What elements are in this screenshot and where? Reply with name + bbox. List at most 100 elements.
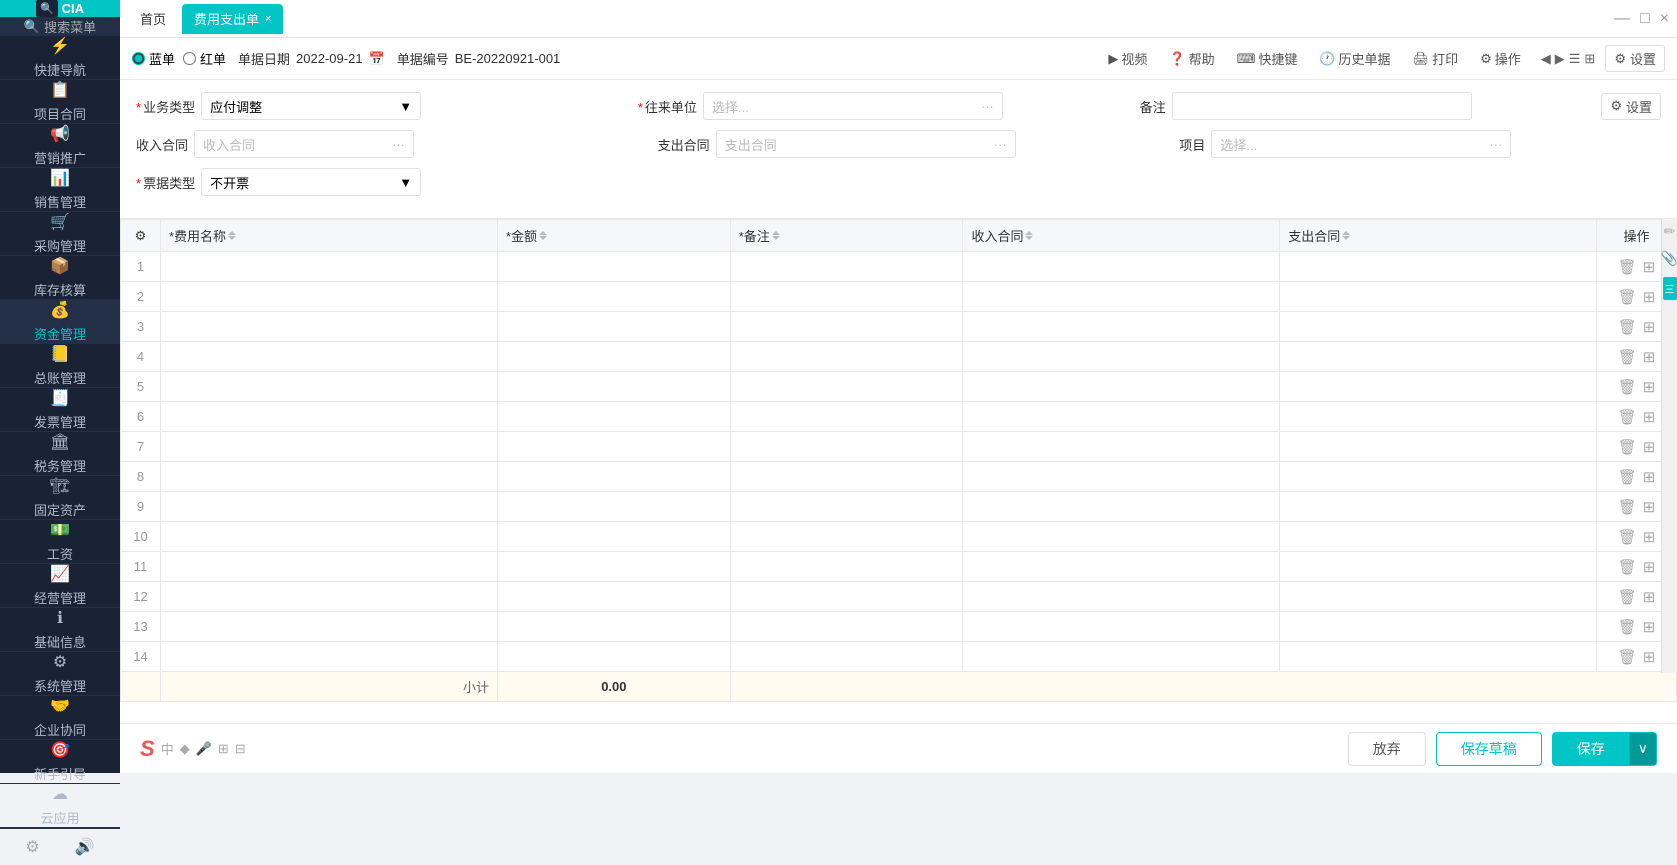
settings-gear-btn[interactable]: ⚙ 设置 bbox=[1605, 45, 1665, 72]
copy-row-icon[interactable]: ⊞ bbox=[1643, 618, 1656, 636]
cell-amount-2[interactable] bbox=[497, 282, 730, 312]
delete-row-icon[interactable]: 🗑 bbox=[1618, 438, 1637, 456]
sort-expense-contract[interactable] bbox=[1342, 231, 1350, 240]
radio-red[interactable] bbox=[183, 52, 196, 65]
income-contract-select[interactable]: 收入合同 ··· bbox=[194, 130, 414, 158]
copy-row-icon[interactable]: ⊞ bbox=[1643, 558, 1656, 576]
settings-icon[interactable]: ⚙ bbox=[25, 837, 39, 857]
sidebar-item-fixed-assets[interactable]: 🏗 固定资产 bbox=[0, 476, 120, 520]
cell-income-contract-14[interactable] bbox=[963, 642, 1280, 672]
save-dropdown-button[interactable]: ∨ bbox=[1629, 732, 1657, 766]
right-panel-icon-2[interactable]: 📎 bbox=[1661, 250, 1677, 267]
cell-expense-name-14[interactable] bbox=[161, 642, 498, 672]
print-btn[interactable]: 🖨 打印 bbox=[1407, 47, 1465, 70]
cell-remark-10[interactable] bbox=[730, 522, 963, 552]
sort-remark[interactable] bbox=[772, 231, 780, 240]
cell-expense-contract-12[interactable] bbox=[1280, 582, 1597, 612]
copy-row-icon[interactable]: ⊞ bbox=[1643, 348, 1656, 366]
cell-income-contract-11[interactable] bbox=[963, 552, 1280, 582]
cell-remark-6[interactable] bbox=[730, 402, 963, 432]
cell-income-contract-12[interactable] bbox=[963, 582, 1280, 612]
copy-row-icon[interactable]: ⊞ bbox=[1643, 498, 1656, 516]
business-type-select[interactable]: 应付调整 ▼ bbox=[201, 92, 421, 120]
sidebar-item-quick-nav[interactable]: ⚡ 快捷导航 bbox=[0, 36, 120, 80]
cell-remark-1[interactable] bbox=[730, 252, 963, 282]
delete-row-icon[interactable]: 🗑 bbox=[1618, 408, 1637, 426]
radio-red-label[interactable]: 红单 bbox=[183, 49, 226, 68]
form-settings-btn[interactable]: ⚙ 设置 bbox=[1601, 93, 1661, 120]
cell-amount-1[interactable] bbox=[497, 252, 730, 282]
cell-expense-contract-4[interactable] bbox=[1280, 342, 1597, 372]
cell-income-contract-6[interactable] bbox=[963, 402, 1280, 432]
cell-expense-contract-9[interactable] bbox=[1280, 492, 1597, 522]
prev-btn[interactable]: ◀ bbox=[1541, 51, 1551, 67]
copy-row-icon[interactable]: ⊞ bbox=[1643, 288, 1656, 306]
cell-expense-name-9[interactable] bbox=[161, 492, 498, 522]
delete-row-icon[interactable]: 🗑 bbox=[1618, 258, 1637, 276]
cell-amount-14[interactable] bbox=[497, 642, 730, 672]
copy-row-icon[interactable]: ⊞ bbox=[1643, 588, 1656, 606]
video-btn[interactable]: ▶ 视频 bbox=[1102, 47, 1153, 70]
cell-income-contract-5[interactable] bbox=[963, 372, 1280, 402]
delete-row-icon[interactable]: 🗑 bbox=[1618, 378, 1637, 396]
sidebar-search[interactable]: 🔍 搜索菜单 bbox=[0, 17, 120, 36]
cell-amount-11[interactable] bbox=[497, 552, 730, 582]
copy-row-icon[interactable]: ⊞ bbox=[1643, 468, 1656, 486]
cell-remark-12[interactable] bbox=[730, 582, 963, 612]
right-panel-green-btn[interactable]: 三 bbox=[1663, 277, 1677, 300]
save-button[interactable]: 保存 bbox=[1552, 732, 1629, 766]
cell-income-contract-7[interactable] bbox=[963, 432, 1280, 462]
sidebar-item-marketing[interactable]: 📢 营销推广 bbox=[0, 124, 120, 168]
copy-row-icon[interactable]: ⊞ bbox=[1643, 528, 1656, 546]
cell-income-contract-2[interactable] bbox=[963, 282, 1280, 312]
sidebar-item-purchase[interactable]: 🛒 采购管理 bbox=[0, 212, 120, 256]
cell-amount-12[interactable] bbox=[497, 582, 730, 612]
delete-row-icon[interactable]: 🗑 bbox=[1618, 618, 1637, 636]
sidebar-item-salary[interactable]: 💵 工资 bbox=[0, 520, 120, 564]
cell-income-contract-1[interactable] bbox=[963, 252, 1280, 282]
delete-row-icon[interactable]: 🗑 bbox=[1618, 288, 1637, 306]
cell-amount-3[interactable] bbox=[497, 312, 730, 342]
partner-select[interactable]: 选择... ··· bbox=[703, 92, 1003, 120]
sidebar-item-capital[interactable]: 💰 资金管理 bbox=[0, 300, 120, 344]
cell-amount-13[interactable] bbox=[497, 612, 730, 642]
copy-row-icon[interactable]: ⊞ bbox=[1643, 318, 1656, 336]
cell-expense-name-7[interactable] bbox=[161, 432, 498, 462]
sidebar-item-tax[interactable]: 🏛 税务管理 bbox=[0, 432, 120, 476]
sort-income-contract[interactable] bbox=[1025, 231, 1033, 240]
sidebar-item-sales[interactable]: 📊 销售管理 bbox=[0, 168, 120, 212]
cell-remark-11[interactable] bbox=[730, 552, 963, 582]
cell-expense-name-5[interactable] bbox=[161, 372, 498, 402]
volume-icon[interactable]: 🔊 bbox=[75, 837, 95, 857]
expense-contract-select[interactable]: 支出合同 ··· bbox=[716, 130, 1016, 158]
cell-expense-contract-1[interactable] bbox=[1280, 252, 1597, 282]
cell-expense-name-8[interactable] bbox=[161, 462, 498, 492]
sidebar-item-newbie[interactable]: 🎯 新手引导 bbox=[0, 740, 120, 784]
footer-icon-5[interactable]: ⊟ bbox=[235, 741, 246, 757]
cell-income-contract-8[interactable] bbox=[963, 462, 1280, 492]
help-btn[interactable]: ❓ 帮助 bbox=[1163, 47, 1220, 70]
tab-close-icon[interactable]: × bbox=[265, 13, 271, 25]
shortcut-btn[interactable]: ⌨ 快捷键 bbox=[1231, 47, 1304, 70]
cell-income-contract-9[interactable] bbox=[963, 492, 1280, 522]
cell-amount-6[interactable] bbox=[497, 402, 730, 432]
cell-amount-10[interactable] bbox=[497, 522, 730, 552]
sidebar-item-enterprise[interactable]: 🤝 企业协同 bbox=[0, 696, 120, 740]
footer-icon-3[interactable]: 🎤 bbox=[196, 741, 212, 757]
discard-button[interactable]: 放弃 bbox=[1348, 732, 1426, 766]
sidebar-item-inventory[interactable]: 📦 库存核算 bbox=[0, 256, 120, 300]
copy-row-icon[interactable]: ⊞ bbox=[1643, 378, 1656, 396]
cell-expense-contract-7[interactable] bbox=[1280, 432, 1597, 462]
cell-expense-contract-14[interactable] bbox=[1280, 642, 1597, 672]
cell-expense-contract-11[interactable] bbox=[1280, 552, 1597, 582]
invoice-type-select[interactable]: 不开票 ▼ bbox=[201, 168, 421, 196]
copy-row-icon[interactable]: ⊞ bbox=[1643, 438, 1656, 456]
delete-row-icon[interactable]: 🗑 bbox=[1618, 498, 1637, 516]
delete-row-icon[interactable]: 🗑 bbox=[1618, 318, 1637, 336]
cell-remark-9[interactable] bbox=[730, 492, 963, 522]
sort-expense-name[interactable] bbox=[228, 231, 236, 240]
delete-row-icon[interactable]: 🗑 bbox=[1618, 588, 1637, 606]
cell-income-contract-10[interactable] bbox=[963, 522, 1280, 552]
delete-row-icon[interactable]: 🗑 bbox=[1618, 648, 1637, 666]
cell-expense-name-11[interactable] bbox=[161, 552, 498, 582]
